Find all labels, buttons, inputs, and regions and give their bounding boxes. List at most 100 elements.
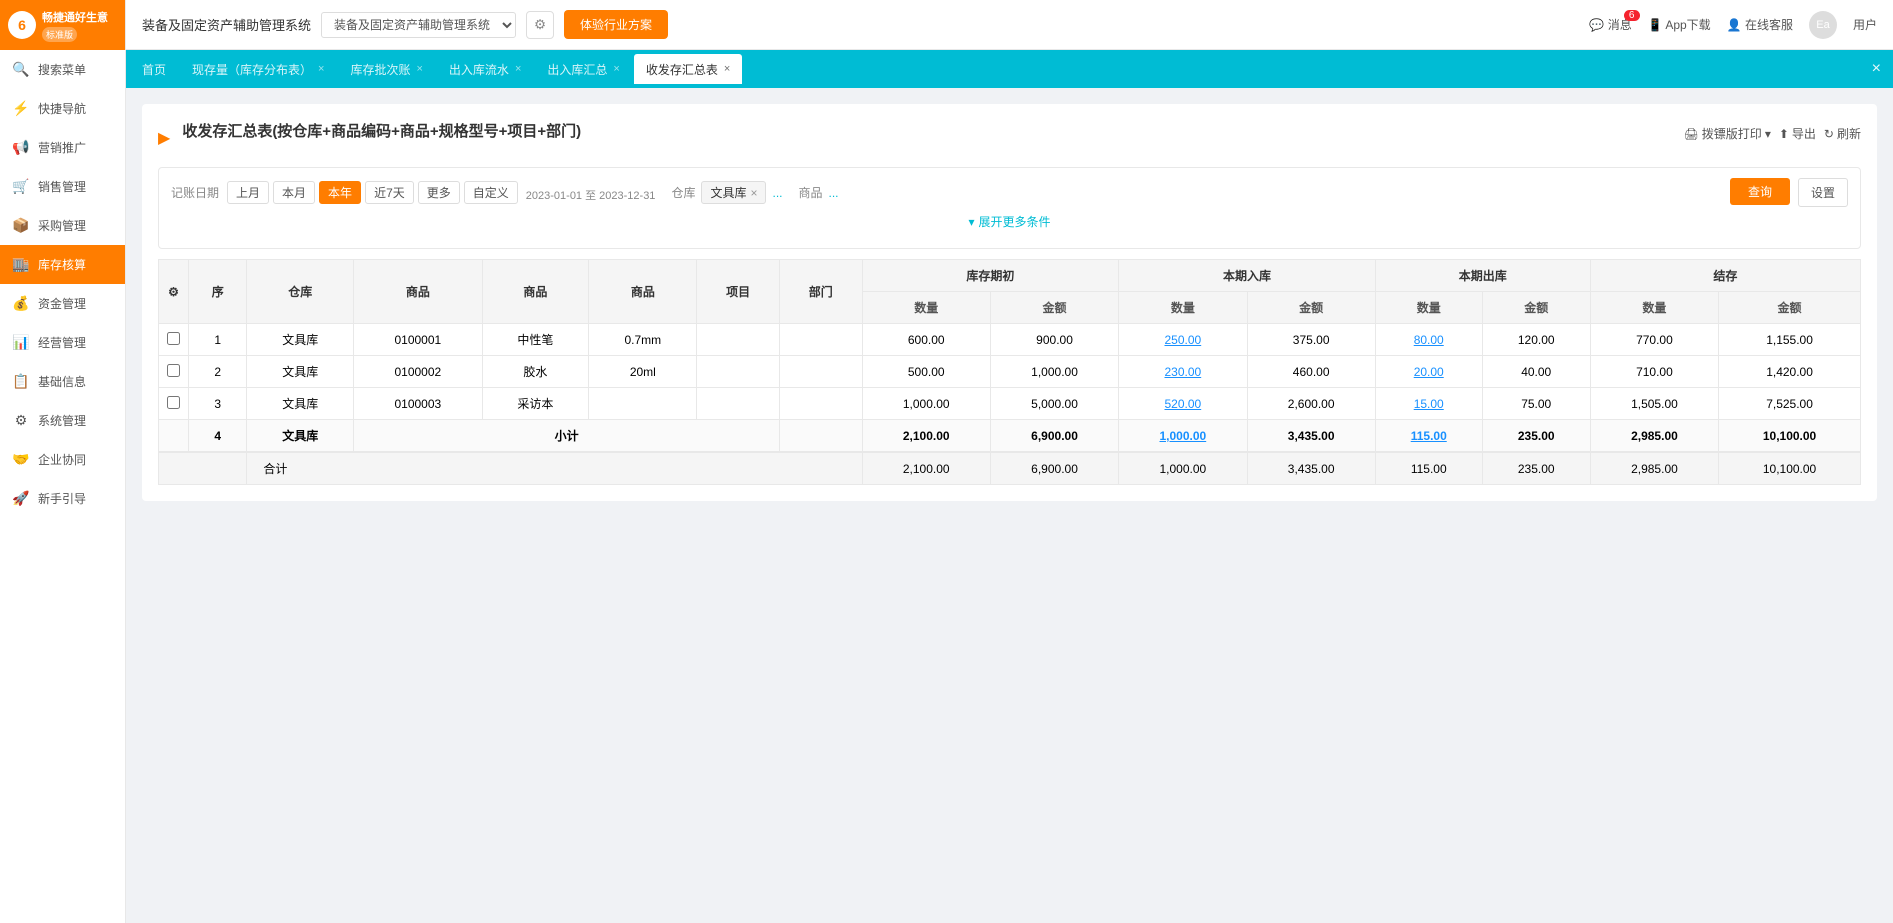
row-project (697, 356, 780, 388)
sidebar-item-purchase[interactable]: 📦采购管理 (0, 206, 125, 245)
sidebar-item-sales[interactable]: 🛒销售管理 (0, 167, 125, 206)
message-button[interactable]: 💬 消息 6 (1589, 16, 1631, 33)
export-button[interactable]: ⬆ 导出 (1779, 125, 1816, 142)
sidebar-item-inventory[interactable]: 🏬库存核算 (0, 245, 125, 284)
row-qty-out[interactable]: 20.00 (1375, 356, 1482, 388)
total-qty-end: 2,985.00 (1590, 452, 1718, 485)
system-select[interactable]: 装备及固定资产辅助管理系统 (321, 12, 516, 38)
filter-setting-button[interactable]: 设置 (1798, 178, 1848, 207)
tab-inout_flow[interactable]: 出入库流水× (437, 54, 533, 84)
subtotal-qty-begin: 2,100.00 (862, 420, 990, 453)
subtotal-row: 4 文具库 小计 2,100.00 6,900.00 1,000.00 3,43… (159, 420, 1861, 453)
tab-label-inventory_dist: 现存量（库存分布表） (192, 61, 312, 78)
tab-close-receive_summary[interactable]: × (724, 63, 730, 75)
top-header: 装备及固定资产辅助管理系统 装备及固定资产辅助管理系统 ⚙ 体验行业方案 💬 消… (126, 0, 1893, 50)
sidebar-icon-business: 📊 (12, 334, 30, 351)
header-right: 💬 消息 6 📱 App下载 👤 在线客服 Ea 用户 (1589, 11, 1877, 39)
tab-close-inventory_dist[interactable]: × (318, 63, 324, 75)
row-qty-end: 710.00 (1590, 356, 1718, 388)
total-qty-begin: 2,100.00 (862, 452, 990, 485)
page-content: ▶ 收发存汇总表(按仓库+商品编码+商品+规格型号+项目+部门) 🖨 拨镖版打印… (126, 88, 1893, 923)
sidebar-item-system[interactable]: ⚙系统管理 (0, 401, 125, 440)
sidebar-item-finance[interactable]: 💰资金管理 (0, 284, 125, 323)
refresh-button[interactable]: ↻ 刷新 (1824, 125, 1861, 142)
row-qty-out[interactable]: 15.00 (1375, 388, 1482, 420)
row-amt-out: 40.00 (1482, 356, 1590, 388)
tab-close-batch[interactable]: × (416, 63, 422, 75)
sidebar-icon-newbie: 🚀 (12, 490, 30, 507)
row-amt-in: 460.00 (1247, 356, 1375, 388)
sidebar-item-marketing[interactable]: 📢营销推广 (0, 128, 125, 167)
tab-bar-close-all[interactable]: × (1864, 60, 1889, 78)
tab-inout_summary[interactable]: 出入库汇总× (535, 54, 631, 84)
warehouse-more-btn[interactable]: ... (772, 186, 782, 200)
table-settings-col[interactable]: ⚙ (159, 260, 189, 324)
app-download-link[interactable]: 📱 App下载 (1648, 16, 1711, 33)
row-checkbox[interactable] (159, 388, 189, 420)
row-qty-in[interactable]: 520.00 (1119, 388, 1247, 420)
print-dropdown-icon: ▾ (1765, 127, 1771, 141)
warehouse-label: 仓库 (671, 184, 695, 201)
expand-more-button[interactable]: ▾ 展开更多条件 (968, 213, 1050, 230)
sidebar-item-business[interactable]: 📊经营管理 (0, 323, 125, 362)
row-no: 1 (189, 324, 247, 356)
col-group-end: 结存 (1590, 260, 1860, 292)
collapse-arrow[interactable]: ▶ (158, 128, 170, 148)
sidebar-item-basic[interactable]: 📋基础信息 (0, 362, 125, 401)
date-btn-更多[interactable]: 更多 (418, 181, 460, 204)
tab-receive_summary[interactable]: 收发存汇总表× (634, 54, 742, 84)
col-warehouse: 仓库 (247, 260, 354, 324)
col-amt-out: 金额 (1482, 292, 1590, 324)
sidebar-item-quick[interactable]: ⚡快捷导航 (0, 89, 125, 128)
row-spec: 20ml (589, 356, 697, 388)
experience-button[interactable]: 体验行业方案 (564, 10, 668, 39)
date-btn-本月[interactable]: 本月 (273, 181, 315, 204)
export-icon: ⬆ (1779, 127, 1789, 141)
total-text: 合计 (247, 452, 862, 485)
user-label[interactable]: 用户 (1853, 16, 1877, 33)
row-checkbox[interactable] (159, 324, 189, 356)
sidebar-icon-finance: 💰 (12, 295, 30, 312)
row-qty-end: 1,505.00 (1590, 388, 1718, 420)
row-qty-in[interactable]: 230.00 (1119, 356, 1247, 388)
row-amt-in: 375.00 (1247, 324, 1375, 356)
total-row: 合计 2,100.00 6,900.00 1,000.00 3,435.00 1… (159, 452, 1861, 485)
col-project: 项目 (697, 260, 780, 324)
row-qty-out[interactable]: 80.00 (1375, 324, 1482, 356)
expand-row: ▾ 展开更多条件 (171, 213, 1848, 238)
col-amt-end: 金额 (1719, 292, 1861, 324)
row-checkbox[interactable] (159, 356, 189, 388)
user-menu[interactable]: Ea (1809, 11, 1837, 39)
sidebar-item-newbie[interactable]: 🚀新手引导 (0, 479, 125, 518)
tab-batch[interactable]: 库存批次账× (338, 54, 434, 84)
print-button[interactable]: 🖨 拨镖版打印 ▾ (1684, 125, 1771, 142)
warehouse-tag-remove[interactable]: × (750, 186, 757, 200)
online-service-link[interactable]: 👤 在线客服 (1727, 16, 1793, 33)
date-btn-近7天[interactable]: 近7天 (365, 181, 414, 204)
sidebar-icon-purchase: 📦 (12, 217, 30, 234)
tab-inventory_dist[interactable]: 现存量（库存分布表） × (180, 54, 336, 84)
sidebar-item-enterprise[interactable]: 🤝企业协同 (0, 440, 125, 479)
goods-more-btn[interactable]: ... (829, 186, 839, 200)
col-group-out: 本期出库 (1375, 260, 1590, 292)
date-btn-自定义[interactable]: 自定义 (464, 181, 518, 204)
query-button[interactable]: 查询 (1730, 178, 1790, 205)
page-title: 收发存汇总表(按仓库+商品编码+商品+规格型号+项目+部门) (182, 120, 581, 141)
date-btn-上月[interactable]: 上月 (227, 181, 269, 204)
tab-close-inout_flow[interactable]: × (515, 63, 521, 75)
row-spec: 0.7mm (589, 324, 697, 356)
sidebar: 6 畅捷通好生意 标准版 🔍搜索菜单⚡快捷导航📢营销推广🛒销售管理📦采购管理🏬库… (0, 0, 126, 923)
row-warehouse: 文具库 (247, 388, 354, 420)
col-qty-begin: 数量 (862, 292, 990, 324)
date-filter-row: 记账日期 上月本月本年近7天更多自定义 2023-01-01 至 2023-12… (171, 181, 655, 204)
tab-home[interactable]: 首页 (130, 54, 178, 84)
row-amt-out: 120.00 (1482, 324, 1590, 356)
col-amt-begin: 金额 (990, 292, 1118, 324)
tab-close-inout_summary[interactable]: × (613, 63, 619, 75)
row-qty-in[interactable]: 250.00 (1119, 324, 1247, 356)
row-project (697, 388, 780, 420)
sidebar-item-search[interactable]: 🔍搜索菜单 (0, 50, 125, 89)
date-btn-本年[interactable]: 本年 (319, 181, 361, 204)
settings-icon-button[interactable]: ⚙ (526, 11, 554, 39)
col-dept: 部门 (779, 260, 862, 324)
